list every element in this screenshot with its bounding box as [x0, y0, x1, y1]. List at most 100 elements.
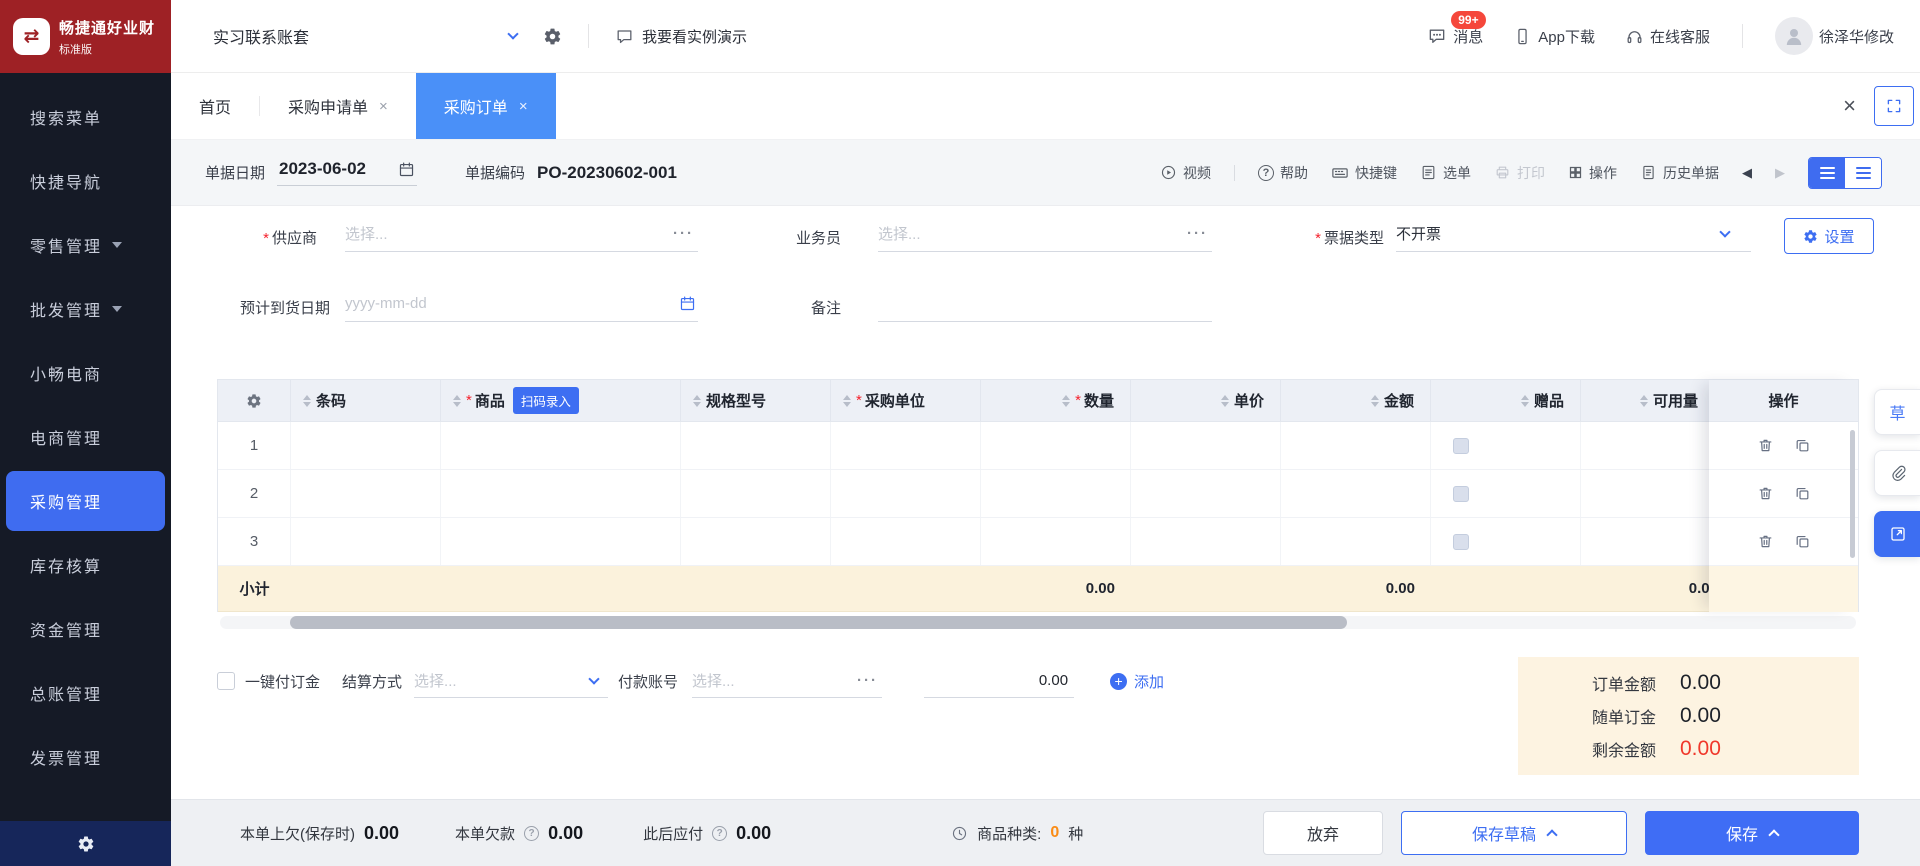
table-row[interactable]: 3	[218, 518, 1858, 566]
sidebar-item-inventory[interactable]: 库存核算	[6, 535, 165, 595]
close-page-icon[interactable]: ×	[1843, 93, 1856, 119]
question-icon[interactable]: ?	[524, 825, 540, 841]
history-button[interactable]: 历史单据	[1640, 163, 1719, 183]
copy-row-icon[interactable]	[1794, 533, 1811, 550]
sidebar-item-purchase[interactable]: 采购管理	[6, 471, 165, 531]
vertical-scrollbar[interactable]	[1850, 430, 1855, 558]
payment-account-select[interactable]: 选择... ···	[692, 664, 883, 698]
sort-icon[interactable]	[693, 394, 701, 407]
copy-row-icon[interactable]	[1794, 485, 1811, 502]
copy-row-icon[interactable]	[1794, 437, 1811, 454]
abandon-button[interactable]: 放弃	[1263, 811, 1383, 855]
document-list-icon	[1422, 165, 1435, 180]
sidebar-item-quick-nav[interactable]: 快捷导航	[6, 151, 165, 211]
sidebar-item-general-ledger[interactable]: 总账管理	[6, 663, 165, 723]
column-unit[interactable]: * 采购单位	[831, 380, 981, 421]
draft-box-button[interactable]: 草	[1874, 389, 1920, 435]
tab-home[interactable]: 首页	[171, 73, 259, 139]
doc-date-field[interactable]: 2023-06-02	[277, 159, 418, 186]
save-draft-button[interactable]: 保存草稿	[1401, 811, 1627, 855]
hotkeys-button[interactable]: 快捷键	[1331, 163, 1397, 183]
sort-icon[interactable]	[843, 394, 851, 407]
app-download-button[interactable]: App下载	[1513, 26, 1595, 47]
one-click-deposit-checkbox[interactable]	[217, 672, 235, 690]
sidebar-item-retail[interactable]: 零售管理	[6, 215, 165, 275]
sort-icon[interactable]	[453, 394, 461, 407]
question-icon[interactable]: ?	[712, 825, 728, 841]
bill-type-label: * 票据类型	[1315, 230, 1384, 247]
sidebar-item-funds[interactable]: 资金管理	[6, 599, 165, 659]
remark-field[interactable]	[878, 286, 1212, 322]
gift-checkbox[interactable]	[1453, 485, 1469, 502]
sidebar-item-xiaochang-ecommerce[interactable]: 小畅电商	[6, 343, 165, 403]
deposit-amount-value: 0.00	[1680, 703, 1721, 727]
detail-view-toggle[interactable]	[1845, 157, 1881, 188]
more-icon[interactable]: ···	[1187, 225, 1212, 242]
save-button[interactable]: 保存	[1645, 811, 1859, 855]
column-barcode[interactable]: 条码	[291, 380, 441, 421]
column-price[interactable]: 单价	[1131, 380, 1281, 421]
table-row[interactable]: 1	[218, 422, 1858, 470]
account-settings-gear-icon[interactable]	[543, 27, 562, 46]
calendar-icon	[680, 296, 695, 311]
sidebar-settings-button[interactable]	[0, 821, 171, 866]
sort-icon[interactable]	[1370, 394, 1379, 407]
pick-order-button[interactable]: 选单	[1420, 163, 1471, 183]
sort-icon[interactable]	[1062, 394, 1071, 407]
video-button[interactable]: 视频	[1160, 163, 1211, 183]
sidebar-item-wholesale[interactable]: 批发管理	[6, 279, 165, 339]
demo-link[interactable]: 我要看实例演示	[615, 26, 747, 47]
deposit-amount-field[interactable]: 0.00	[924, 664, 1075, 698]
sidebar-item-invoice[interactable]: 发票管理	[6, 727, 165, 787]
account-select[interactable]: 实习联系账套	[213, 24, 543, 48]
close-icon[interactable]: ×	[519, 99, 528, 114]
delete-row-icon[interactable]	[1757, 533, 1774, 550]
sort-icon[interactable]	[1220, 394, 1229, 407]
sidebar-item-search-menu[interactable]: 搜索菜单	[6, 87, 165, 147]
operate-button[interactable]: 操作	[1568, 163, 1617, 183]
column-product[interactable]: * 商品 扫码录入	[441, 380, 681, 421]
table-row[interactable]: 2	[218, 470, 1858, 518]
gift-checkbox[interactable]	[1453, 533, 1469, 550]
gift-checkbox[interactable]	[1453, 437, 1469, 454]
more-icon[interactable]: ···	[857, 672, 882, 689]
delete-row-icon[interactable]	[1757, 437, 1774, 454]
sort-icon[interactable]	[303, 394, 311, 407]
list-view-toggle[interactable]	[1809, 157, 1845, 188]
print-button[interactable]: 打印	[1494, 163, 1545, 183]
close-icon[interactable]: ×	[379, 99, 388, 114]
supplier-select[interactable]: 选择... ···	[345, 216, 698, 252]
column-amount[interactable]: 金额	[1281, 380, 1431, 421]
footer-bar: 本单上欠(保存时) 0.00 本单欠款 ? 0.00 此后应付 ? 0.00 商…	[171, 799, 1920, 866]
form-settings-button[interactable]: 设置	[1784, 218, 1874, 254]
add-payment-button[interactable]: + 添加	[1110, 671, 1164, 692]
tab-purchase-request[interactable]: 采购申请单 ×	[260, 73, 416, 139]
sidebar-item-ecommerce[interactable]: 电商管理	[6, 407, 165, 467]
user-menu[interactable]: 徐泽华修改	[1774, 17, 1894, 55]
sort-icon[interactable]	[1520, 394, 1529, 407]
tab-purchase-order[interactable]: 采购订单 ×	[415, 73, 556, 139]
arrival-date-field[interactable]: yyyy-mm-dd	[345, 286, 698, 322]
messages-button[interactable]: 99+ 消息	[1427, 10, 1486, 47]
tab-scroll-right-icon[interactable]: ▶	[1775, 165, 1785, 181]
column-qty[interactable]: * 数量	[981, 380, 1131, 421]
column-spec[interactable]: 规格型号	[681, 380, 831, 421]
settlement-select[interactable]: 选择...	[414, 664, 609, 698]
column-settings-icon[interactable]	[246, 393, 262, 409]
fullscreen-icon[interactable]	[1874, 86, 1914, 126]
help-button[interactable]: ? 帮助	[1258, 163, 1308, 183]
attachment-button[interactable]	[1874, 450, 1920, 496]
document-toolbar: 单据日期 2023-06-02 单据编码 PO-20230602-001 视频 …	[171, 140, 1920, 206]
column-gift[interactable]: 赠品	[1431, 380, 1581, 421]
scan-entry-button[interactable]: 扫码录入	[512, 387, 579, 414]
bill-type-select[interactable]: 不开票	[1396, 216, 1751, 252]
online-service-button[interactable]: 在线客服	[1625, 26, 1710, 47]
delete-row-icon[interactable]	[1757, 485, 1774, 502]
scrollbar-thumb[interactable]	[290, 616, 1347, 629]
tab-scroll-left-icon[interactable]: ◀	[1742, 165, 1752, 181]
expand-panel-button[interactable]	[1874, 511, 1920, 557]
salesman-select[interactable]: 选择... ···	[878, 216, 1212, 252]
horizontal-scrollbar[interactable]	[220, 616, 1856, 629]
sort-icon[interactable]	[1639, 394, 1648, 407]
more-icon[interactable]: ···	[673, 225, 698, 242]
